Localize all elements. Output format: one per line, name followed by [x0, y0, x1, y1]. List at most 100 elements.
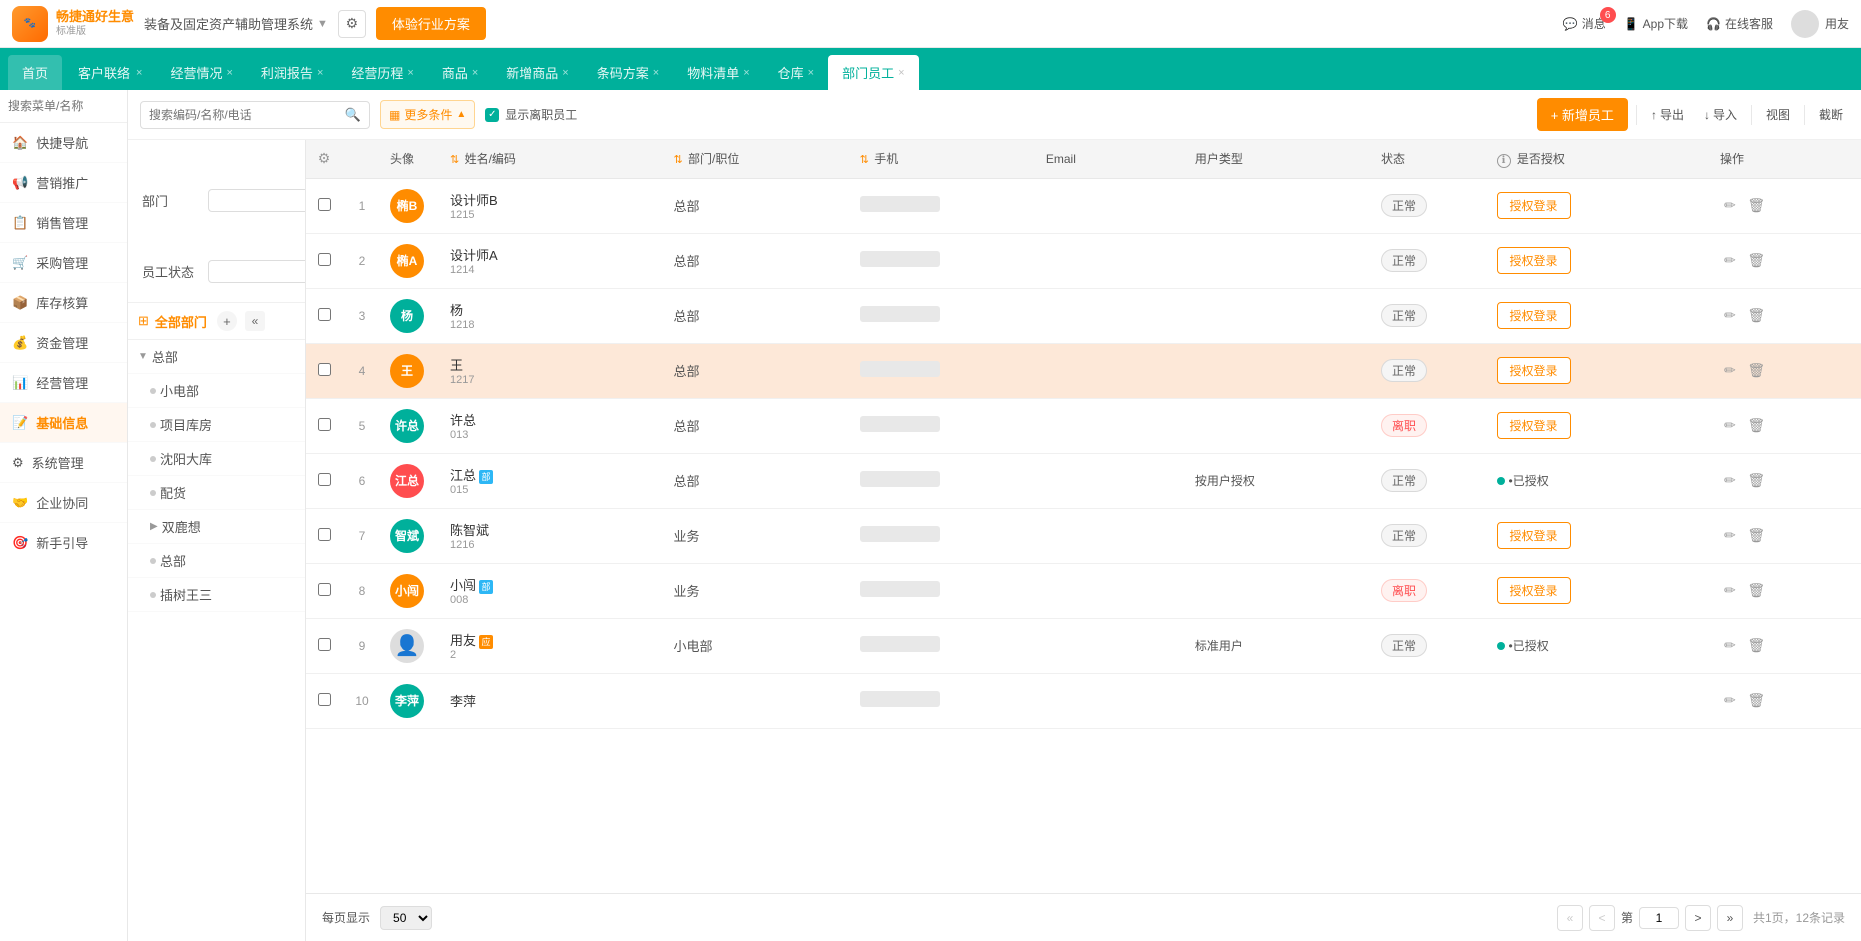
import-button[interactable]: ↓ 导入 — [1698, 102, 1743, 127]
status-select[interactable]: ▼ — [208, 260, 306, 283]
next-page-btn[interactable]: > — [1685, 905, 1711, 931]
tab-profit[interactable]: 利润报告 × — [247, 55, 335, 90]
row-checkbox[interactable] — [318, 308, 331, 321]
row-auth[interactable]: 授权登录 — [1489, 178, 1712, 233]
delete-btn[interactable]: 🗑 — [1743, 250, 1769, 271]
sidebar-item-inventory[interactable]: 📦 库存核算 — [0, 283, 127, 323]
col-settings-icon[interactable]: ⚙ — [318, 150, 331, 166]
row-auth[interactable]: 授权登录 — [1489, 233, 1712, 288]
row-operations[interactable]: ✏ 🗑 — [1712, 398, 1861, 453]
per-page-select[interactable]: 50 — [380, 906, 432, 930]
delete-btn[interactable]: 🗑 — [1743, 580, 1769, 601]
sidebar-item-system[interactable]: ⚙ 系统管理 — [0, 443, 127, 483]
delete-btn[interactable]: 🗑 — [1743, 195, 1769, 216]
row-checkbox[interactable] — [318, 528, 331, 541]
tab-add-goods[interactable]: 新增商品 × — [492, 55, 580, 90]
col-settings-header[interactable]: ⚙ — [306, 140, 342, 178]
delete-btn[interactable]: 🗑 — [1743, 525, 1769, 546]
auth-login-btn[interactable]: 授权登录 — [1497, 357, 1571, 384]
edit-btn[interactable]: ✏ — [1720, 415, 1740, 436]
row-auth[interactable]: 授权登录 — [1489, 288, 1712, 343]
edit-btn[interactable]: ✏ — [1720, 360, 1740, 381]
delete-btn[interactable]: 🗑 — [1743, 635, 1769, 656]
col-name-header[interactable]: ⇅ 姓名/编码 — [442, 140, 665, 178]
dept-tree-item-6[interactable]: 总部 — [128, 544, 305, 578]
main-search-input[interactable] — [149, 108, 341, 122]
auth-login-btn[interactable]: 授权登录 — [1497, 412, 1571, 439]
close-profit[interactable]: × — [317, 67, 323, 79]
row-auth[interactable]: •已授权 — [1489, 618, 1712, 673]
sidebar-item-basic-info[interactable]: 📝 基础信息 — [0, 403, 127, 443]
row-operations[interactable]: ✏ 🗑 — [1712, 233, 1861, 288]
tab-home[interactable]: 首页 — [8, 55, 62, 90]
row-auth[interactable]: •已授权 — [1489, 453, 1712, 508]
more-filter-btn[interactable]: ▦ 更多条件 ▲ — [380, 100, 475, 129]
main-search-box[interactable]: 🔍 — [140, 101, 370, 129]
title-dropdown-icon[interactable]: ▼ — [317, 18, 328, 30]
tab-warehouse[interactable]: 仓库 × — [764, 55, 826, 90]
row-operations[interactable]: ✏ 🗑 — [1712, 673, 1861, 728]
row-auth[interactable]: 授权登录 — [1489, 398, 1712, 453]
row-operations[interactable]: ✏ 🗑 — [1712, 453, 1861, 508]
close-op-status[interactable]: × — [226, 67, 232, 79]
dept-tree-item-7[interactable]: 插树王三 — [128, 578, 305, 612]
app-download-btn[interactable]: 📱 App下载 — [1624, 15, 1688, 32]
dept-tree-item-2[interactable]: 项目库房 — [128, 408, 305, 442]
row-checkbox[interactable] — [318, 473, 331, 486]
row-operations[interactable]: ✏ 🗑 — [1712, 618, 1861, 673]
close-biz-process[interactable]: × — [407, 67, 413, 79]
row-checkbox[interactable] — [318, 638, 331, 651]
row-auth[interactable]: 授权登录 — [1489, 508, 1712, 563]
close-barcode[interactable]: × — [653, 67, 659, 79]
dept-tree-item-4[interactable]: 配货 — [128, 476, 305, 510]
row-auth[interactable] — [1489, 673, 1712, 728]
tab-employees[interactable]: 部门员工 × — [828, 55, 918, 90]
page-number-input[interactable] — [1639, 907, 1679, 929]
delete-btn[interactable]: 🗑 — [1743, 690, 1769, 711]
sidebar-item-operation[interactable]: 📊 经营管理 — [0, 363, 127, 403]
row-operations[interactable]: ✏ 🗑 — [1712, 288, 1861, 343]
dept-tree-item-head[interactable]: ▼ 总部 — [128, 340, 305, 374]
tab-customers[interactable]: 客户联络 × — [64, 55, 154, 90]
row-checkbox[interactable] — [318, 253, 331, 266]
more-btn[interactable]: 截断 — [1813, 102, 1849, 127]
sidebar-item-sales[interactable]: 📋 销售管理 — [0, 203, 127, 243]
row-auth[interactable]: 授权登录 — [1489, 563, 1712, 618]
sidebar-search-input[interactable] — [8, 99, 128, 113]
row-operations[interactable]: ✏ 🗑 — [1712, 343, 1861, 398]
edit-btn[interactable]: ✏ — [1720, 305, 1740, 326]
edit-btn[interactable]: ✏ — [1720, 470, 1740, 491]
dept-tree-item-3[interactable]: 沈阳大库 — [128, 442, 305, 476]
close-employees[interactable]: × — [898, 67, 904, 79]
edit-btn[interactable]: ✏ — [1720, 580, 1740, 601]
delete-btn[interactable]: 🗑 — [1743, 305, 1769, 326]
user-area[interactable]: 用友 — [1791, 10, 1849, 38]
last-page-btn[interactable]: » — [1717, 905, 1743, 931]
auth-login-btn[interactable]: 授权登录 — [1497, 577, 1571, 604]
row-checkbox[interactable] — [318, 693, 331, 706]
edit-btn[interactable]: ✏ — [1720, 525, 1740, 546]
dept-add-btn[interactable]: + — [217, 311, 237, 331]
view-button[interactable]: 视图 — [1760, 102, 1796, 127]
show-resigned-toggle[interactable]: ✓ 显示离职员工 — [485, 106, 577, 123]
row-auth[interactable]: 授权登录 — [1489, 343, 1712, 398]
tab-operation-status[interactable]: 经营情况 × — [156, 55, 244, 90]
settings-btn[interactable]: ⚙ — [338, 10, 366, 38]
close-customers[interactable]: × — [136, 67, 142, 79]
col-phone-header[interactable]: ⇅ 手机 — [852, 140, 1038, 178]
tab-goods[interactable]: 商品 × — [428, 55, 490, 90]
auth-login-btn[interactable]: 授权登录 — [1497, 247, 1571, 274]
online-service-btn[interactable]: 🎧 在线客服 — [1706, 15, 1773, 32]
row-operations[interactable]: ✏ 🗑 — [1712, 508, 1861, 563]
sidebar-item-quick-nav[interactable]: 🏠 快捷导航 — [0, 123, 127, 163]
close-bom[interactable]: × — [743, 67, 749, 79]
sidebar-item-capital[interactable]: 💰 资金管理 — [0, 323, 127, 363]
row-checkbox[interactable] — [318, 363, 331, 376]
tab-biz-process[interactable]: 经营历程 × — [337, 55, 425, 90]
trial-button[interactable]: 体验行业方案 — [376, 7, 486, 40]
edit-btn[interactable]: ✏ — [1720, 690, 1740, 711]
delete-btn[interactable]: 🗑 — [1743, 470, 1769, 491]
tab-bom[interactable]: 物料清单 × — [673, 55, 761, 90]
row-operations[interactable]: ✏ 🗑 — [1712, 178, 1861, 233]
edit-btn[interactable]: ✏ — [1720, 250, 1740, 271]
